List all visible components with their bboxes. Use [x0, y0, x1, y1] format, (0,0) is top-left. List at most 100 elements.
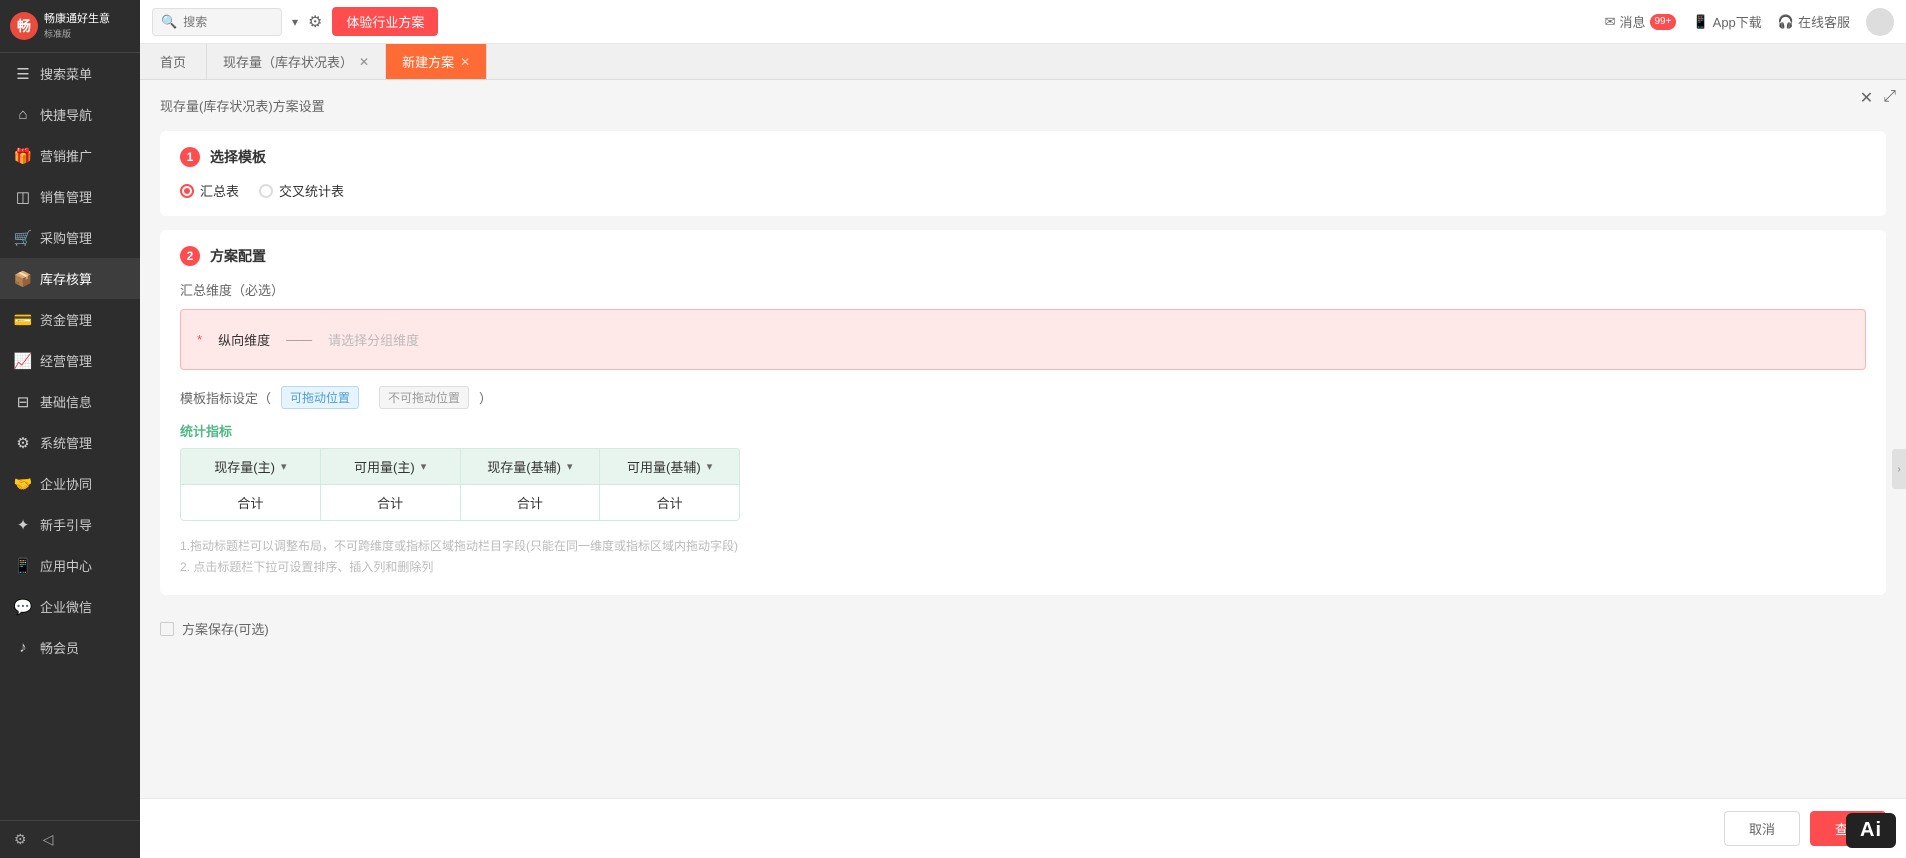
sidebar-item-search-menu[interactable]: ☰ 搜索菜单 — [0, 53, 140, 94]
sidebar-item-operations[interactable]: 📈 经营管理 — [0, 340, 140, 381]
draggable-position-tag: 可拖动位置 — [281, 386, 359, 409]
search-input[interactable] — [183, 15, 273, 29]
tabs-bar: 首页 现存量（库存状况表） ✕ 新建方案 ✕ — [140, 44, 1906, 80]
sales-icon: ◫ — [14, 188, 32, 206]
action-bar: 取消 查询 — [140, 798, 1906, 858]
user-avatar[interactable] — [1866, 8, 1894, 36]
tab-inventory-close-icon[interactable]: ✕ — [359, 55, 369, 69]
sidebar-item-wechat[interactable]: 💬 企业微信 — [0, 586, 140, 627]
sidebar-item-label: 企业协同 — [40, 474, 92, 493]
logo-icon: 畅 — [10, 12, 38, 40]
step1-num: 1 — [180, 147, 200, 167]
dim-placeholder[interactable]: 请选择分组维度 — [328, 330, 419, 349]
online-service-button[interactable]: 🎧 在线客服 — [1778, 12, 1850, 31]
tip-2: 2. 点击标题栏下拉可设置排序、插入列和删除列 — [180, 558, 1866, 575]
save-option: 方案保存(可选) — [160, 609, 1886, 648]
expand-window-button[interactable]: ⤢ — [1883, 88, 1896, 108]
ai-badge: Ai — [1846, 813, 1896, 848]
col-header-4-arrow[interactable]: ▾ — [707, 460, 713, 473]
radio-cross-table[interactable]: 交叉统计表 — [259, 181, 344, 200]
page-title: 现存量(库存状况表)方案设置 — [160, 96, 1886, 115]
sidebar-item-label: 搜索菜单 — [40, 64, 92, 83]
sidebar-item-finance[interactable]: 💳 资金管理 — [0, 299, 140, 340]
radio-summary-table[interactable]: 汇总表 — [180, 181, 239, 200]
dim-dash: —— — [286, 332, 312, 347]
sidebar-item-label: 系统管理 — [40, 433, 92, 452]
topbar-gear-icon[interactable]: ⚙ — [308, 12, 322, 32]
messages-label: 消息 — [1619, 12, 1645, 31]
sidebar-item-enterprise[interactable]: 🤝 企业协同 — [0, 463, 140, 504]
col-header-1[interactable]: 现存量(主) ▾ — [181, 449, 321, 484]
sidebar-item-sales[interactable]: ◫ 销售管理 — [0, 176, 140, 217]
app-download-button[interactable]: 📱 App下载 — [1692, 12, 1761, 31]
sidebar-item-quick-nav[interactable]: ⌂ 快捷导航 — [0, 94, 140, 135]
sidebar-item-purchase[interactable]: 🛒 采购管理 — [0, 217, 140, 258]
stats-section-title: 统计指标 — [180, 421, 1866, 440]
col-header-2-arrow[interactable]: ▾ — [421, 460, 427, 473]
col-header-3[interactable]: 现存量(基辅) ▾ — [461, 449, 601, 484]
radio-summary-label: 汇总表 — [200, 181, 239, 200]
stats-cell-1-1: 合计 — [181, 485, 321, 520]
topbar-right: ✉ 消息 99+ 📱 App下载 🎧 在线客服 — [1605, 8, 1894, 36]
tab-new-scheme-close-icon[interactable]: ✕ — [460, 55, 470, 69]
content-area: 现存量(库存状况表)方案设置 1 选择模板 汇总表 交叉统计表 — [140, 80, 1906, 798]
sidebar-item-guide[interactable]: ✦ 新手引导 — [0, 504, 140, 545]
logo-char: 畅 — [17, 16, 31, 36]
step1-label: 选择模板 — [210, 147, 266, 167]
app-center-icon: 📱 — [14, 557, 32, 575]
metrics-close: ） — [479, 388, 492, 407]
tips-section: 1.拖动标题栏可以调整布局，不可跨维度或指标区域拖动栏目字段(只能在同一维度或指… — [180, 537, 1866, 575]
col-header-3-label: 现存量(基辅) — [487, 457, 561, 476]
save-checkbox[interactable] — [160, 622, 174, 636]
sidebar-item-label: 销售管理 — [40, 187, 92, 206]
metrics-label: 模板指标设定（ — [180, 388, 271, 407]
sidebar-item-basic-info[interactable]: ⊟ 基础信息 — [0, 381, 140, 422]
sound-icon[interactable]: ◁ — [43, 831, 54, 848]
sidebar-item-app-center[interactable]: 📱 应用中心 — [0, 545, 140, 586]
save-option-label: 方案保存(可选) — [182, 619, 269, 638]
sidebar-item-vip[interactable]: ♪ 畅会员 — [0, 627, 140, 668]
window-controls: ✕ ⤢ — [1860, 88, 1896, 108]
col-header-4[interactable]: 可用量(基辅) ▾ — [600, 449, 739, 484]
close-window-button[interactable]: ✕ — [1860, 88, 1873, 108]
tab-new-scheme[interactable]: 新建方案 ✕ — [386, 44, 487, 79]
messages-badge: 99+ — [1650, 14, 1677, 30]
col-header-3-arrow[interactable]: ▾ — [567, 460, 573, 473]
sidebar-item-label: 畅会员 — [40, 638, 79, 657]
col-header-1-arrow[interactable]: ▾ — [281, 460, 287, 473]
wechat-icon: 💬 — [14, 598, 32, 616]
right-collapse-handle[interactable]: › — [1892, 449, 1906, 489]
settings-icon[interactable]: ⚙ — [14, 831, 27, 848]
sidebar-item-marketing[interactable]: 🎁 营销推广 — [0, 135, 140, 176]
tab-home[interactable]: 首页 — [140, 44, 207, 79]
sidebar-item-inventory[interactable]: 📦 库存核算 — [0, 258, 140, 299]
guide-icon: ✦ — [14, 516, 32, 534]
topbar-dropdown-arrow[interactable]: ▾ — [292, 15, 298, 29]
search-menu-icon: ☰ — [14, 65, 32, 83]
topbar: 🔍 ▾ ⚙ 体验行业方案 ✉ 消息 99+ 📱 App下载 🎧 在线客服 — [140, 0, 1906, 44]
gift-icon: 🎁 — [14, 147, 32, 165]
summary-dimension-label: 汇总维度（必选） — [180, 280, 1866, 299]
tab-home-label: 首页 — [160, 52, 186, 71]
col-header-2[interactable]: 可用量(主) ▾ — [321, 449, 461, 484]
col-header-1-label: 现存量(主) — [214, 457, 275, 476]
main-area: 🔍 ▾ ⚙ 体验行业方案 ✉ 消息 99+ 📱 App下载 🎧 在线客服 — [140, 0, 1906, 858]
sidebar-nav: ☰ 搜索菜单 ⌂ 快捷导航 🎁 营销推广 ◫ 销售管理 🛒 采购管理 📦 库存核… — [0, 53, 140, 820]
topbar-search-box[interactable]: 🔍 — [152, 8, 282, 36]
tip-1: 1.拖动标题栏可以调整布局，不可跨维度或指标区域拖动栏目字段(只能在同一维度或指… — [180, 537, 1866, 554]
sidebar-item-label: 快捷导航 — [40, 105, 92, 124]
step2-card: 2 方案配置 汇总维度（必选） * 纵向维度 —— 请选择分组维度 模板指标设定… — [160, 230, 1886, 595]
sidebar-item-label: 库存核算 — [40, 269, 92, 288]
tab-inventory-status[interactable]: 现存量（库存状况表） ✕ — [207, 44, 386, 79]
messages-button[interactable]: ✉ 消息 99+ — [1605, 12, 1677, 31]
cancel-button[interactable]: 取消 — [1724, 811, 1800, 846]
industry-solution-button[interactable]: 体验行业方案 — [332, 7, 438, 36]
stats-cell-1-4: 合计 — [600, 485, 739, 520]
vip-icon: ♪ — [14, 639, 32, 657]
sidebar-item-label: 经营管理 — [40, 351, 92, 370]
dimension-inner: * 纵向维度 —— 请选择分组维度 — [197, 330, 1849, 349]
dim-name: 纵向维度 — [218, 330, 270, 349]
template-radio-group: 汇总表 交叉统计表 — [180, 181, 1866, 200]
sidebar-item-system[interactable]: ⚙ 系统管理 — [0, 422, 140, 463]
search-icon: 🔍 — [161, 14, 177, 30]
